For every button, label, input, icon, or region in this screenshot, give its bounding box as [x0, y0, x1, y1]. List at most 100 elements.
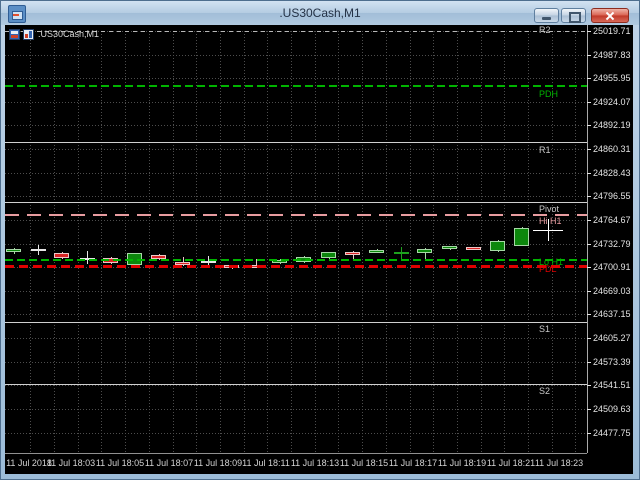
- close-button[interactable]: [591, 8, 629, 23]
- grid-line-vertical: [30, 31, 31, 453]
- candle-bearish: [54, 253, 69, 258]
- price-tick-label: 25019.71: [593, 26, 631, 36]
- grid-line-vertical: [362, 31, 363, 453]
- level-line-lo-h1: [5, 259, 587, 261]
- price-tick-label: 24732.79: [593, 239, 631, 249]
- price-tick-label: 24477.75: [593, 428, 631, 438]
- grid-line-vertical: [433, 31, 434, 453]
- grid-line-vertical: [410, 31, 411, 453]
- price-tick-mark: [587, 220, 591, 221]
- candle-bullish: [490, 241, 505, 251]
- price-tick-mark: [587, 196, 591, 197]
- price-tick-mark: [587, 125, 591, 126]
- grid-line-vertical: [338, 31, 339, 453]
- price-tick-mark: [587, 102, 591, 103]
- price-tick-label: 24700.91: [593, 262, 631, 272]
- price-tick-label: 24573.39: [593, 357, 631, 367]
- price-axis[interactable]: 25019.71 24987.83 24955.95 24924.07 24892.19…: [587, 25, 633, 453]
- level-label-hi-h1: Hi H1: [539, 216, 562, 226]
- restore-button[interactable]: [561, 8, 586, 23]
- level-line-pivot: [5, 202, 587, 203]
- price-tick-label: 24955.95: [593, 73, 631, 83]
- grid-line-vertical: [315, 31, 316, 453]
- level-line-hi-h1: [5, 214, 587, 216]
- chart-plot[interactable]: R2 PDH R1 Pivot Hi H1 Lo H1 PDL S1 S2: [5, 25, 587, 453]
- grid-line-horizontal: [5, 102, 587, 103]
- candle-bearish: [345, 252, 360, 255]
- level-label-pdl: PDL: [539, 264, 557, 274]
- price-tick-label: 24828.43: [593, 168, 631, 178]
- price-tick-mark: [587, 173, 591, 174]
- level-line-pdl: [5, 265, 587, 268]
- grid-line-horizontal: [5, 385, 587, 386]
- grid-line-vertical: [220, 31, 221, 453]
- grid-line-horizontal: [5, 220, 587, 221]
- level-label-r2: R2: [539, 25, 551, 35]
- candle-bullish: [6, 249, 21, 252]
- candle-doji-body: [201, 261, 216, 263]
- platform-icon: [9, 29, 20, 40]
- title-bar[interactable]: .US30Cash,M1: [1, 1, 639, 25]
- grid-line-horizontal: [5, 362, 587, 363]
- minimize-button[interactable]: [534, 8, 559, 23]
- grid-line-horizontal: [5, 314, 587, 315]
- grid-line-vertical: [173, 31, 174, 453]
- price-tick-label: 24541.51: [593, 380, 631, 390]
- grid-line-horizontal: [5, 78, 587, 79]
- level-line-pdh: [5, 85, 587, 87]
- time-axis[interactable]: 11 Jul 2018 11 Jul 18:03 11 Jul 18:05 11 Ju…: [5, 454, 633, 474]
- level-label-s1: S1: [539, 324, 551, 334]
- price-tick-mark: [587, 385, 591, 386]
- grid-line-horizontal: [5, 291, 587, 292]
- candle-bearish: [466, 247, 481, 250]
- grid-line-horizontal: [5, 125, 587, 126]
- price-tick-label: 24509.63: [593, 404, 631, 414]
- price-tick-label: 24892.19: [593, 120, 631, 130]
- price-tick-mark: [587, 55, 591, 56]
- price-tick-label: 24637.15: [593, 309, 631, 319]
- grid-line-vertical: [54, 31, 55, 453]
- grid-line-vertical: [267, 31, 268, 453]
- level-line-s2: [5, 384, 587, 385]
- level-line-s1: [5, 322, 587, 323]
- price-tick-mark: [587, 31, 591, 32]
- price-tick-mark: [587, 149, 591, 150]
- price-tick-mark: [587, 338, 591, 339]
- level-line-r1: [5, 142, 587, 143]
- chart-area[interactable]: R2 PDH R1 Pivot Hi H1 Lo H1 PDL S1 S2 25019.71 24…: [5, 25, 633, 474]
- time-tick-label: 11 Jul 18:23: [534, 458, 584, 468]
- grid-line-vertical: [575, 31, 576, 453]
- candle-bullish: [369, 250, 384, 253]
- price-tick-label: 24796.55: [593, 191, 631, 201]
- price-tick-mark: [587, 78, 591, 79]
- level-label-pivot: Pivot: [539, 204, 560, 214]
- price-tick-mark: [587, 362, 591, 363]
- symbol-period-label: .US30Cash,M1: [38, 29, 100, 39]
- candle-doji-body: [31, 249, 46, 251]
- price-tick-label: 24764.67: [593, 215, 631, 225]
- candle-bullish: [321, 252, 336, 258]
- grid-line-vertical: [196, 31, 197, 453]
- candle-bullish: [514, 228, 529, 246]
- price-tick-mark: [587, 267, 591, 268]
- level-label-pdh: PDH: [539, 89, 559, 99]
- price-tick-mark: [587, 433, 591, 434]
- grid-line-horizontal: [5, 55, 587, 56]
- grid-line-vertical: [149, 31, 150, 453]
- grid-line-horizontal: [5, 338, 587, 339]
- grid-line-vertical: [386, 31, 387, 453]
- grid-line-vertical: [101, 31, 102, 453]
- grid-line-vertical: [244, 31, 245, 453]
- crosshair-vertical: [548, 219, 549, 241]
- grid-line-vertical: [481, 31, 482, 453]
- price-tick-mark: [587, 291, 591, 292]
- price-tick-mark: [587, 409, 591, 410]
- candle-bullish: [442, 246, 457, 249]
- price-tick-label: 24860.31: [593, 144, 631, 154]
- grid-line-vertical: [125, 31, 126, 453]
- candle-bullish: [417, 249, 432, 253]
- price-tick-label: 24987.83: [593, 50, 631, 60]
- price-tick-label: 24924.07: [593, 97, 631, 107]
- grid-line-vertical: [291, 31, 292, 453]
- price-tick-mark: [587, 314, 591, 315]
